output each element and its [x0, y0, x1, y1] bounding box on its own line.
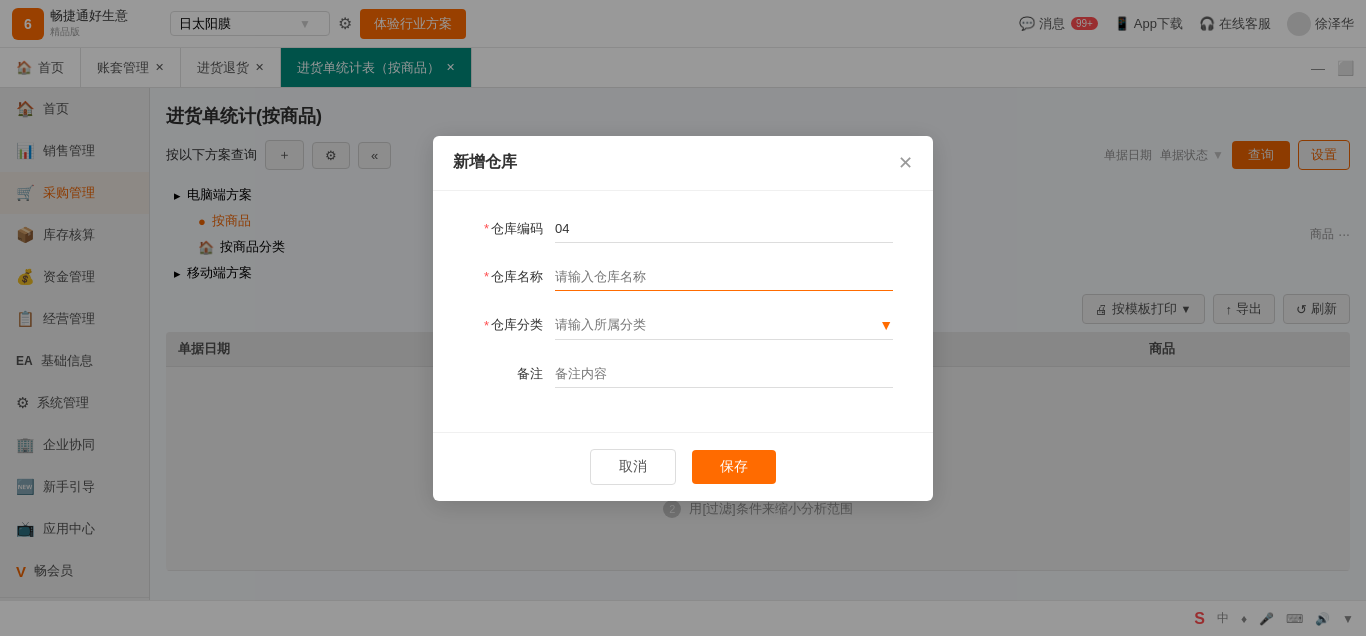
form-row-category: * 仓库分类 ▼	[473, 311, 893, 340]
category-label: * 仓库分类	[473, 316, 543, 334]
note-label: 备注	[473, 365, 543, 383]
code-input[interactable]	[555, 215, 893, 243]
cancel-button[interactable]: 取消	[590, 449, 676, 485]
new-warehouse-modal: 新增仓库 ✕ * 仓库编码 * 仓库名称	[433, 136, 933, 501]
category-arrow-icon[interactable]: ▼	[879, 317, 893, 333]
category-select[interactable]: ▼	[555, 311, 893, 340]
modal-body: * 仓库编码 * 仓库名称 * 仓库分类	[433, 191, 933, 432]
form-row-code: * 仓库编码	[473, 215, 893, 243]
modal-title: 新增仓库	[453, 152, 517, 173]
cat-required: *	[484, 318, 489, 333]
modal-header: 新增仓库 ✕	[433, 136, 933, 191]
modal-overlay: 新增仓库 ✕ * 仓库编码 * 仓库名称	[0, 0, 1366, 636]
modal-close-btn[interactable]: ✕	[898, 152, 913, 174]
code-required: *	[484, 221, 489, 236]
name-input[interactable]	[555, 263, 893, 291]
category-input[interactable]	[555, 317, 879, 332]
code-label: * 仓库编码	[473, 220, 543, 238]
name-required: *	[484, 269, 489, 284]
note-input[interactable]	[555, 360, 893, 388]
save-button[interactable]: 保存	[692, 450, 776, 484]
form-row-name: * 仓库名称	[473, 263, 893, 291]
modal-footer: 取消 保存	[433, 432, 933, 501]
name-label: * 仓库名称	[473, 268, 543, 286]
form-row-note: 备注	[473, 360, 893, 388]
